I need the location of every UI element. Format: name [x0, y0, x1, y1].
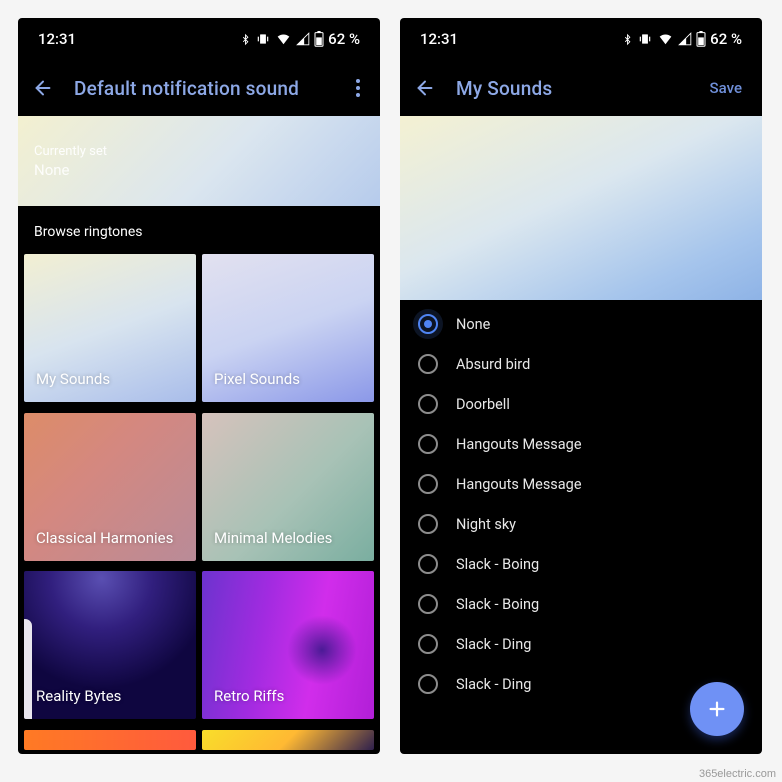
- sound-option[interactable]: Absurd bird: [400, 344, 762, 384]
- status-icons: 62 %: [622, 30, 742, 48]
- app-bar: Default notification sound: [18, 60, 380, 116]
- wifi-icon: [657, 32, 674, 46]
- screen-my-sounds: 12:31 62 % My Sounds Save None: [400, 18, 762, 754]
- status-time: 12:31: [38, 30, 76, 48]
- signal-icon: [678, 32, 692, 46]
- radio-icon[interactable]: [418, 434, 438, 454]
- sound-label: Slack - Ding: [456, 676, 531, 693]
- back-icon[interactable]: [32, 77, 54, 99]
- category-tile-my-sounds[interactable]: My Sounds: [24, 254, 196, 402]
- vibrate-icon: [255, 32, 271, 46]
- sound-option[interactable]: None: [400, 304, 762, 344]
- section-label: Browse ringtones: [18, 206, 380, 254]
- sound-option[interactable]: Night sky: [400, 504, 762, 544]
- battery-icon: [314, 31, 324, 47]
- category-tile-minimal-melodies[interactable]: Minimal Melodies: [202, 413, 374, 561]
- signal-icon: [296, 32, 310, 46]
- category-hero-image: [400, 116, 762, 300]
- back-icon[interactable]: [414, 77, 436, 99]
- radio-icon[interactable]: [418, 634, 438, 654]
- sound-option[interactable]: Slack - Boing: [400, 584, 762, 624]
- source-watermark: 365electric.com: [699, 768, 776, 780]
- battery-text: 62 %: [710, 30, 742, 48]
- sound-label: Hangouts Message: [456, 476, 582, 493]
- battery-icon: [696, 31, 706, 47]
- sound-option[interactable]: Slack - Boing: [400, 544, 762, 584]
- radio-icon[interactable]: [418, 354, 438, 374]
- vibrate-icon: [637, 32, 653, 46]
- sound-label: Doorbell: [456, 396, 510, 413]
- radio-icon[interactable]: [418, 594, 438, 614]
- category-tile-pixel-sounds[interactable]: Pixel Sounds: [202, 254, 374, 402]
- overflow-menu-icon[interactable]: [350, 73, 366, 103]
- save-button[interactable]: Save: [710, 79, 748, 97]
- category-tile-classical-harmonies[interactable]: Classical Harmonies: [24, 413, 196, 561]
- sound-option[interactable]: Hangouts Message: [400, 424, 762, 464]
- category-tile-reality-bytes[interactable]: Reality Bytes: [24, 571, 196, 719]
- bluetooth-icon: [240, 32, 251, 47]
- status-bar: 12:31 62 %: [400, 18, 762, 60]
- sound-option[interactable]: Doorbell: [400, 384, 762, 424]
- radio-icon[interactable]: [418, 674, 438, 694]
- category-tile-partial[interactable]: [24, 730, 196, 750]
- radio-icon[interactable]: [418, 394, 438, 414]
- wifi-icon: [275, 32, 292, 46]
- status-icons: 62 %: [240, 30, 360, 48]
- radio-icon[interactable]: [418, 554, 438, 574]
- page-title: Default notification sound: [74, 77, 299, 100]
- sound-label: Hangouts Message: [456, 436, 582, 453]
- battery-text: 62 %: [328, 30, 360, 48]
- currently-set-label: Currently set: [34, 144, 364, 159]
- radio-icon[interactable]: [418, 514, 438, 534]
- radio-selected-icon[interactable]: [418, 314, 438, 334]
- currently-set-banner: Currently set None: [18, 116, 380, 206]
- sound-label: Slack - Boing: [456, 596, 539, 613]
- sound-label: Slack - Boing: [456, 556, 539, 573]
- page-title: My Sounds: [456, 77, 552, 100]
- screen-default-notification-sound: 12:31 62 %: [18, 18, 380, 754]
- add-sound-fab[interactable]: [690, 682, 744, 736]
- plus-icon: [706, 698, 728, 720]
- status-bar: 12:31 62 %: [18, 18, 380, 60]
- sound-label: Slack - Ding: [456, 636, 531, 653]
- category-tile-retro-riffs[interactable]: Retro Riffs: [202, 571, 374, 719]
- bluetooth-icon: [622, 32, 633, 47]
- sound-label: Absurd bird: [456, 356, 530, 373]
- sound-option[interactable]: Slack - Ding: [400, 624, 762, 664]
- sound-label: None: [456, 316, 490, 333]
- sound-label: Night sky: [456, 516, 516, 533]
- currently-set-value: None: [34, 161, 364, 179]
- category-tile-partial[interactable]: [202, 730, 374, 750]
- status-time: 12:31: [420, 30, 458, 48]
- radio-icon[interactable]: [418, 474, 438, 494]
- app-bar: My Sounds Save: [400, 60, 762, 116]
- ringtone-category-grid: My Sounds Pixel Sounds Classical Harmoni…: [18, 254, 380, 754]
- sound-option[interactable]: Hangouts Message: [400, 464, 762, 504]
